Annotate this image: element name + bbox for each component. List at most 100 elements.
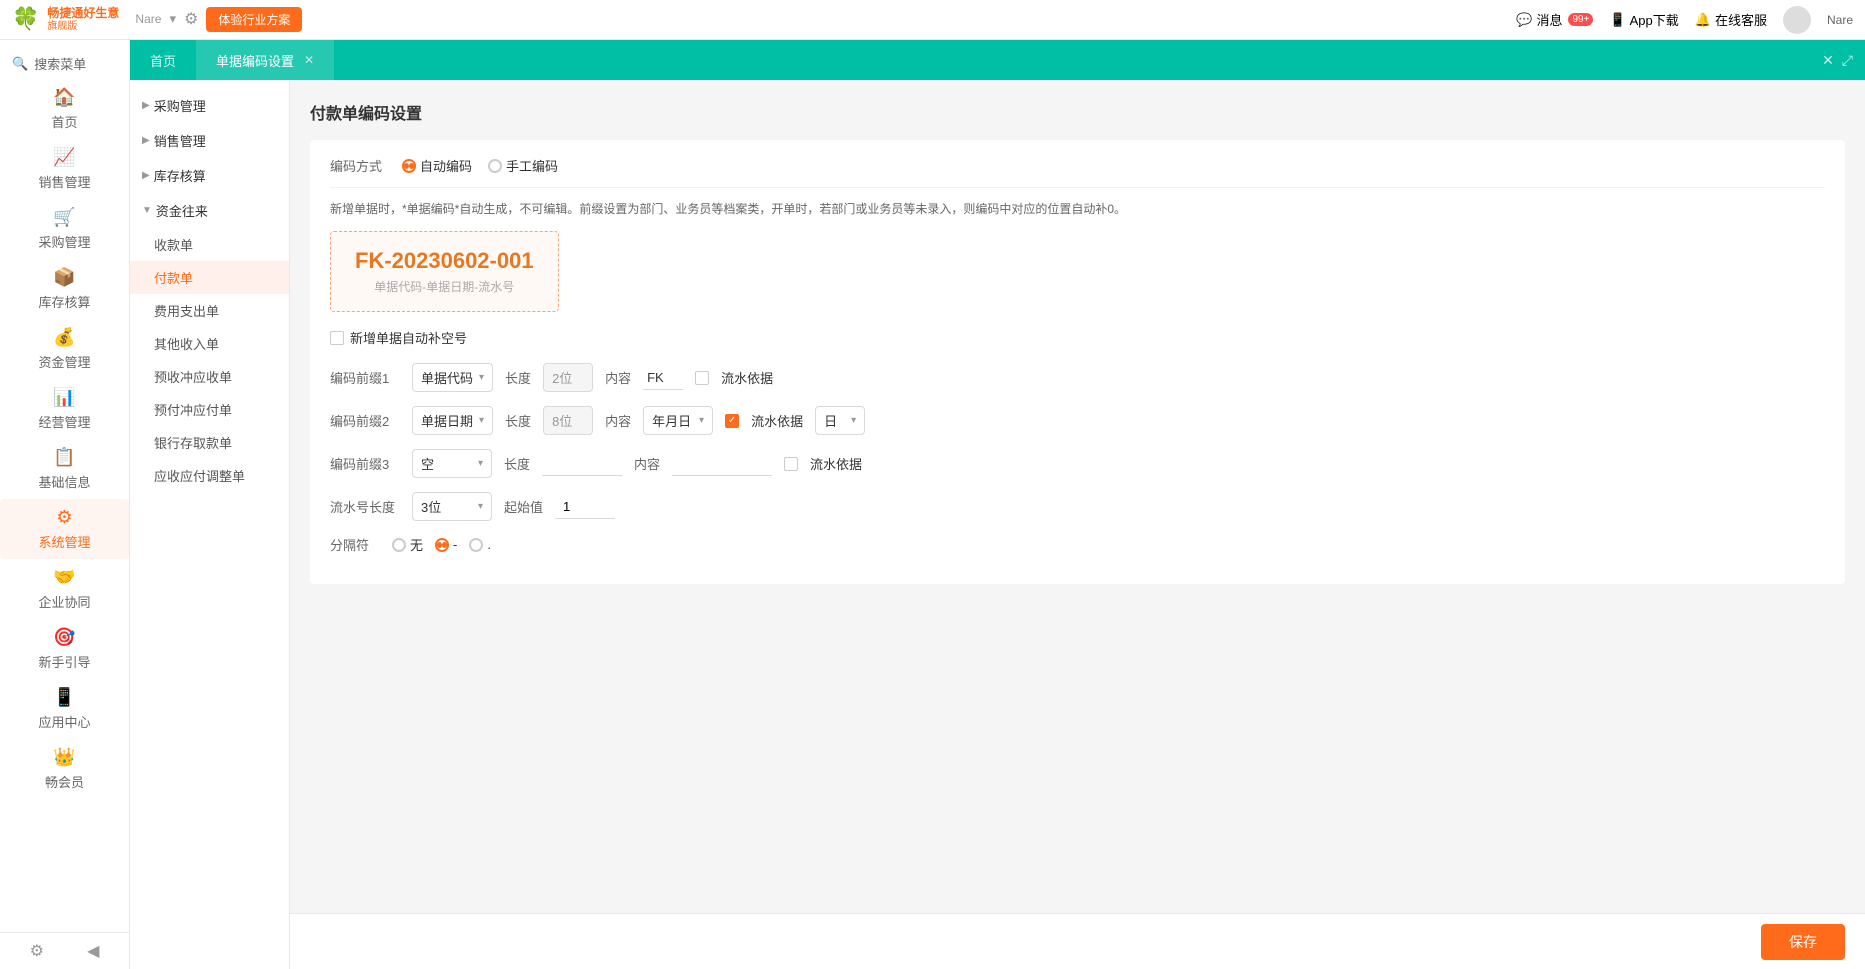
sidebar-item-system[interactable]: ⚙ 系统管理: [0, 499, 129, 559]
submenu-purchase[interactable]: ▶ 采购管理: [130, 88, 289, 123]
submenu-expense-label: 费用支出单: [154, 304, 219, 319]
chevron-down-icon[interactable]: ▾: [169, 11, 176, 27]
sidebar-item-inventory-label: 库存核算: [38, 292, 90, 311]
submenu-stock[interactable]: ▶ 库存核算: [130, 158, 289, 193]
serial-length-value: 3位: [421, 497, 441, 516]
submenu-prepay-ap-label: 预付冲应付单: [154, 403, 232, 418]
top-bar-left: 🍀 畅捷通好生意 旗舰版 Nare ▾ ⚙ 体验行业方案: [12, 6, 1508, 32]
app-name: 畅捷通好生意: [47, 6, 119, 20]
message-badge: 99+: [1568, 13, 1593, 26]
sidebar-item-purchase[interactable]: 🛒 采购管理: [0, 199, 129, 259]
sidebar-item-purchase-label: 采购管理: [38, 232, 90, 251]
manual-encode-dot: [488, 159, 502, 173]
message-btn[interactable]: 💬 消息 99+: [1516, 10, 1593, 29]
sidebar-item-member-label: 畅会员: [45, 772, 84, 791]
separator-dash-radio[interactable]: -: [435, 537, 457, 552]
page-title: 付款单编码设置: [310, 100, 1845, 124]
prefix3-length-input[interactable]: [542, 452, 622, 476]
app-download-label: App下载: [1630, 10, 1679, 29]
sidebar-item-finance[interactable]: 💰 资金管理: [0, 319, 129, 379]
message-icon: 💬: [1516, 12, 1532, 28]
serial-length-label: 流水号长度: [330, 497, 400, 516]
tab-encode-settings[interactable]: 单据编码设置 ✕: [196, 40, 334, 80]
prefix1-content-label: 内容: [605, 368, 631, 387]
submenu-receipt[interactable]: 收款单: [130, 228, 289, 261]
prefix3-content-input[interactable]: [672, 452, 772, 476]
sidebar-bottom: ⚙ ◀: [0, 932, 129, 969]
sidebar-item-enterprise[interactable]: 🤝 企业协同: [0, 559, 129, 619]
prefix1-length-label: 长度: [505, 368, 531, 387]
submenu-sales[interactable]: ▶ 销售管理: [130, 123, 289, 158]
auto-fill-label: 新增单据自动补空号: [350, 328, 467, 347]
search-icon: 🔍: [12, 56, 28, 72]
separator-none-radio[interactable]: 无: [392, 535, 423, 554]
submenu-capital-label: 资金往来: [156, 201, 208, 220]
sidebar-item-home-label: 首页: [51, 112, 77, 131]
serial-start-label: 起始值: [504, 497, 543, 516]
sidebar-item-sales[interactable]: 📈 销售管理: [0, 139, 129, 199]
prefix2-water-checkbox[interactable]: ✓: [725, 414, 739, 428]
inventory-icon: 📦: [53, 267, 75, 288]
prefix3-water-label: 流水依据: [810, 454, 862, 473]
prefix2-content-select[interactable]: 年月日 ▾: [643, 406, 713, 435]
bottom-collapse-icon[interactable]: ◀: [87, 941, 99, 961]
save-button[interactable]: 保存: [1761, 924, 1845, 960]
sidebar-item-home[interactable]: 🏠 首页: [0, 79, 129, 139]
sidebar-item-appstore[interactable]: 📱 应用中心: [0, 679, 129, 739]
separator-dot-label: .: [487, 537, 491, 552]
separator-dash-label: -: [453, 537, 457, 552]
prefix2-select[interactable]: 单据日期 ▾: [412, 406, 493, 435]
prefix2-cycle-select[interactable]: 日 ▾: [815, 406, 865, 435]
sidebar-item-member[interactable]: 👑 畅会员: [0, 739, 129, 799]
submenu-other-income[interactable]: 其他收入单: [130, 327, 289, 360]
separator-dot-radio[interactable]: .: [469, 537, 491, 552]
window-minimize-icon[interactable]: ✕: [1822, 52, 1834, 69]
serial-length-select[interactable]: 3位 ▾: [412, 492, 492, 521]
online-service-label: 在线客服: [1715, 10, 1767, 29]
trial-btn[interactable]: 体验行业方案: [206, 7, 302, 32]
prefix1-arrow: ▾: [479, 372, 484, 383]
sidebar-item-inventory[interactable]: 📦 库存核算: [0, 259, 129, 319]
top-bar-right: 💬 消息 99+ 📱 App下载 🔔 在线客服 Nare: [1516, 6, 1853, 34]
manual-encode-label: 手工编码: [506, 156, 558, 175]
tab-close-icon[interactable]: ✕: [304, 53, 314, 67]
search-menu[interactable]: 🔍 搜索菜单: [0, 48, 129, 79]
tab-home[interactable]: 首页: [130, 40, 196, 80]
separator-dash-dot: [435, 538, 449, 552]
avatar[interactable]: [1783, 6, 1811, 34]
submenu-expense[interactable]: 费用支出单: [130, 294, 289, 327]
submenu-prepay-ar[interactable]: 预收冲应收单: [130, 360, 289, 393]
submenu-prepay-ap[interactable]: 预付冲应付单: [130, 393, 289, 426]
app-download-btn[interactable]: 📱 App下载: [1609, 10, 1678, 29]
example-code: FK-20230602-001: [355, 248, 534, 274]
tab-encode-settings-label: 单据编码设置: [216, 51, 294, 70]
manual-encode-radio[interactable]: 手工编码: [488, 156, 558, 175]
submenu-payment-label: 付款单: [154, 271, 193, 286]
online-service-btn[interactable]: 🔔 在线客服: [1695, 10, 1767, 29]
chevron-right-icon: ▶: [142, 100, 150, 111]
member-icon: 👑: [53, 747, 75, 768]
prefix3-water-checkbox[interactable]: [784, 457, 798, 471]
main-content: 付款单编码设置 编码方式 自动编码: [290, 80, 1865, 913]
window-maximize-icon[interactable]: ⤢: [1842, 52, 1853, 69]
submenu-capital[interactable]: ▼ 资金往来: [130, 193, 289, 228]
prefix1-water-checkbox[interactable]: [695, 371, 709, 385]
prefix1-water-label: 流水依据: [721, 368, 773, 387]
bottom-settings-icon[interactable]: ⚙: [30, 941, 44, 961]
sidebar-item-operation[interactable]: 📊 经营管理: [0, 379, 129, 439]
settings-icon[interactable]: ⚙: [184, 9, 198, 29]
submenu-adjust[interactable]: 应收应付调整单: [130, 459, 289, 492]
prefix1-select[interactable]: 单据代码 ▾: [412, 363, 493, 392]
prefix2-row: 编码前缀2 单据日期 ▾ 长度 8位 内容 年月日 ▾: [330, 406, 1825, 435]
sidebar-item-guide[interactable]: 🎯 新手引导: [0, 619, 129, 679]
service-icon: 🔔: [1695, 12, 1711, 28]
submenu-bank[interactable]: 银行存取款单: [130, 426, 289, 459]
submenu-payment[interactable]: 付款单: [130, 261, 289, 294]
serial-start-input[interactable]: 1: [555, 495, 615, 519]
prefix3-select[interactable]: 空 ▾: [412, 449, 492, 478]
auto-fill-checkbox[interactable]: [330, 331, 344, 345]
logo-icon: 🍀: [12, 6, 39, 32]
auto-encode-radio[interactable]: 自动编码: [402, 156, 472, 175]
prefix2-content-arrow: ▾: [699, 415, 704, 426]
sidebar-item-basic[interactable]: 📋 基础信息: [0, 439, 129, 499]
